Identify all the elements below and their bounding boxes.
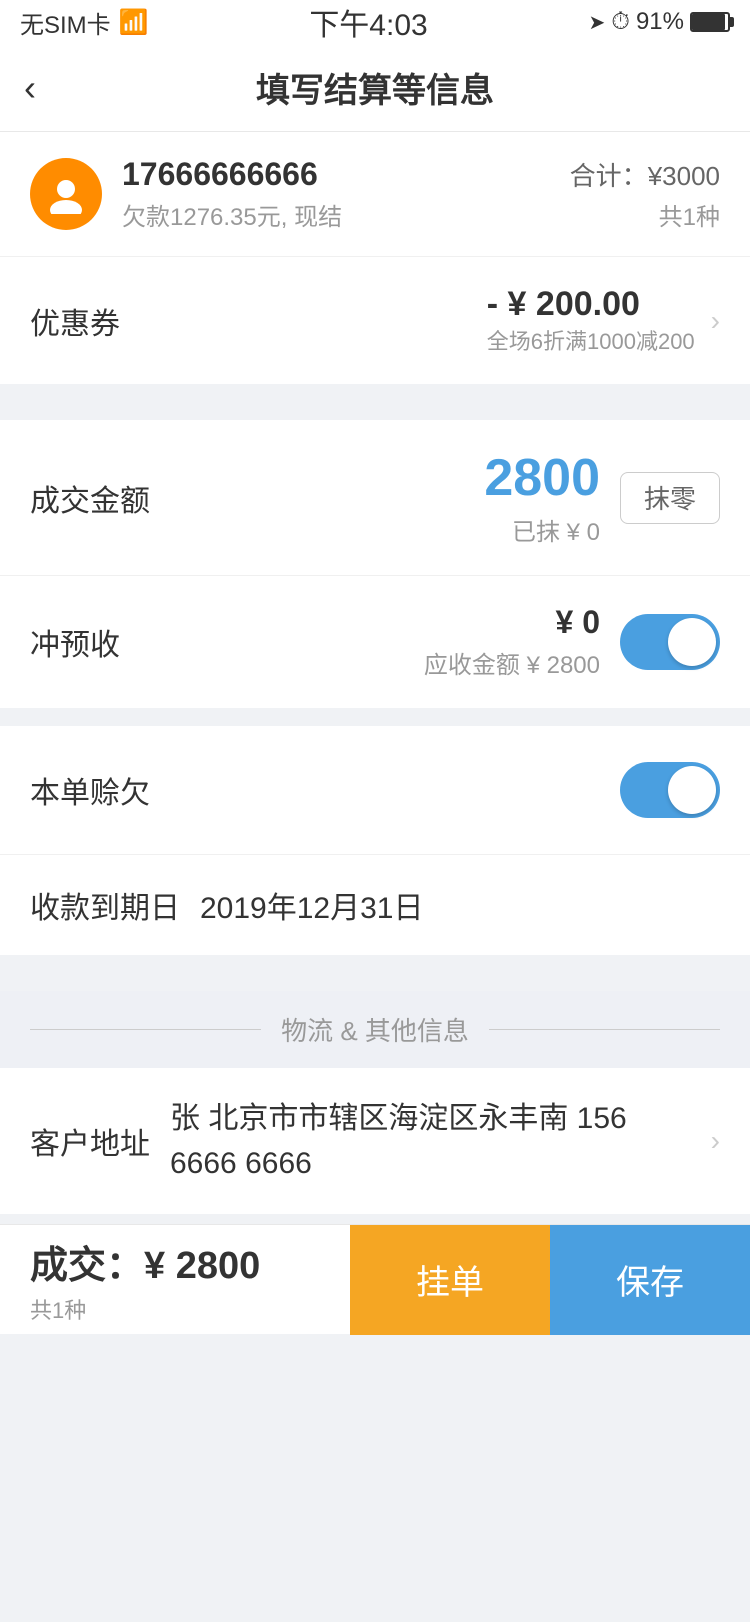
back-button[interactable]: ‹ (24, 67, 36, 109)
coupon-row[interactable]: 优惠券 - ¥ 200.00 全场6折满1000减200 › (0, 256, 750, 384)
debit-toggle-knob (668, 766, 716, 814)
hang-button[interactable]: 挂单 (350, 1225, 550, 1335)
debit-row: 本单赊欠 (0, 726, 750, 854)
date-value: 2019年12月31日 (200, 883, 423, 927)
divider-line-right (489, 1029, 720, 1030)
amount-section: 成交金额 2800 已抹 ¥ 0 抹零 冲预收 ¥ 0 应收金额 ¥ 2800 (0, 420, 750, 708)
address-value: 张 北京市市辖区海淀区永丰南 156 6666 6666 (170, 1096, 691, 1186)
customer-info: 17666666666 欠款1276.35元, 现结 (122, 156, 342, 232)
amount-sub: 已抹 ¥ 0 (484, 512, 600, 547)
gray-divider-2 (0, 708, 750, 726)
save-button[interactable]: 保存 (550, 1225, 750, 1335)
status-left: 无SIM卡 📶 (20, 5, 149, 40)
prepay-label: 冲预收 (30, 620, 120, 664)
amount-row: 成交金额 2800 已抹 ¥ 0 抹零 (0, 420, 750, 576)
total-amount: ¥3000 (648, 161, 720, 191)
coupon-label: 优惠券 (30, 299, 120, 343)
location-icon: ➤ (588, 10, 605, 35)
sim-text: 无SIM卡 (20, 5, 111, 40)
amount-label: 成交金额 (30, 476, 150, 520)
page-title: 填写结算等信息 (256, 63, 494, 112)
amount-stack: 2800 已抹 ¥ 0 (484, 448, 600, 547)
logistics-divider: 物流 & 其他信息 (0, 991, 750, 1068)
coupon-right: - ¥ 200.00 全场6折满1000减200 › (487, 285, 720, 356)
round-zero-button[interactable]: 抹零 (620, 472, 720, 524)
date-label: 收款到期日 (30, 883, 180, 927)
customer-phone: 17666666666 (122, 156, 342, 193)
customer-total: 合计：¥3000 共1种 (570, 156, 720, 232)
customer-row: 17666666666 欠款1276.35元, 现结 合计：¥3000 共1种 (0, 132, 750, 256)
customer-left: 17666666666 欠款1276.35元, 现结 (30, 156, 342, 232)
prepay-right: ¥ 0 应收金额 ¥ 2800 (424, 604, 720, 680)
header: ‹ 填写结算等信息 (0, 44, 750, 132)
coupon-discount: - ¥ 200.00 (487, 285, 695, 324)
divider-line-left (30, 1029, 261, 1030)
bottom-summary: 成交：¥ 2800 共1种 (0, 1234, 350, 1325)
bottom-summary-count: 共1种 (30, 1293, 320, 1325)
total-count: 共1种 (570, 197, 720, 232)
logistics-text: 物流 & 其他信息 (281, 1011, 469, 1048)
address-chevron-icon: › (711, 1125, 720, 1157)
bottom-spacer (0, 1512, 750, 1622)
debit-label: 本单赊欠 (30, 768, 150, 812)
coupon-chevron-icon: › (711, 305, 720, 337)
battery-percent: 91% (636, 8, 684, 36)
bottom-amount: ¥ 2800 (144, 1245, 260, 1287)
status-right: ➤ ⏱ 91% (588, 8, 730, 36)
bottom-summary-main: 成交：¥ 2800 (30, 1234, 320, 1289)
debit-toggle[interactable] (620, 762, 720, 818)
prepay-sub: 应收金额 ¥ 2800 (424, 645, 600, 680)
bottom-bar: 成交：¥ 2800 共1种 挂单 保存 (0, 1224, 750, 1334)
payment-date-row: 收款到期日 2019年12月31日 (0, 854, 750, 955)
amount-right: 2800 已抹 ¥ 0 抹零 (484, 448, 720, 547)
battery-icon (690, 12, 730, 32)
address-row[interactable]: 客户地址 张 北京市市辖区海淀区永丰南 156 6666 6666 › (0, 1068, 750, 1214)
customer-section: 17666666666 欠款1276.35元, 现结 合计：¥3000 共1种 … (0, 132, 750, 384)
wifi-icon: 📶 (119, 8, 149, 37)
gray-divider-1 (0, 402, 750, 420)
coupon-detail: 全场6折满1000减200 (487, 324, 695, 356)
gray-divider-3 (0, 973, 750, 991)
amount-value: 2800 (484, 448, 600, 508)
debit-section: 本单赊欠 收款到期日 2019年12月31日 (0, 726, 750, 955)
prepay-amount-stack: ¥ 0 应收金额 ¥ 2800 (424, 604, 600, 680)
status-time: 下午4:03 (309, 0, 427, 44)
toggle-knob (668, 618, 716, 666)
prepay-row: 冲预收 ¥ 0 应收金额 ¥ 2800 (0, 576, 750, 708)
customer-sub: 欠款1276.35元, 现结 (122, 197, 342, 232)
total-label: 合计：¥3000 (570, 156, 720, 193)
alarm-icon: ⏱ (611, 8, 630, 36)
prepay-toggle[interactable] (620, 614, 720, 670)
address-section: 客户地址 张 北京市市辖区海淀区永丰南 156 6666 6666 › (0, 1068, 750, 1214)
avatar (30, 158, 102, 230)
address-label: 客户地址 (30, 1119, 150, 1163)
prepay-amount: ¥ 0 (424, 604, 600, 641)
status-bar: 无SIM卡 📶 下午4:03 ➤ ⏱ 91% (0, 0, 750, 44)
